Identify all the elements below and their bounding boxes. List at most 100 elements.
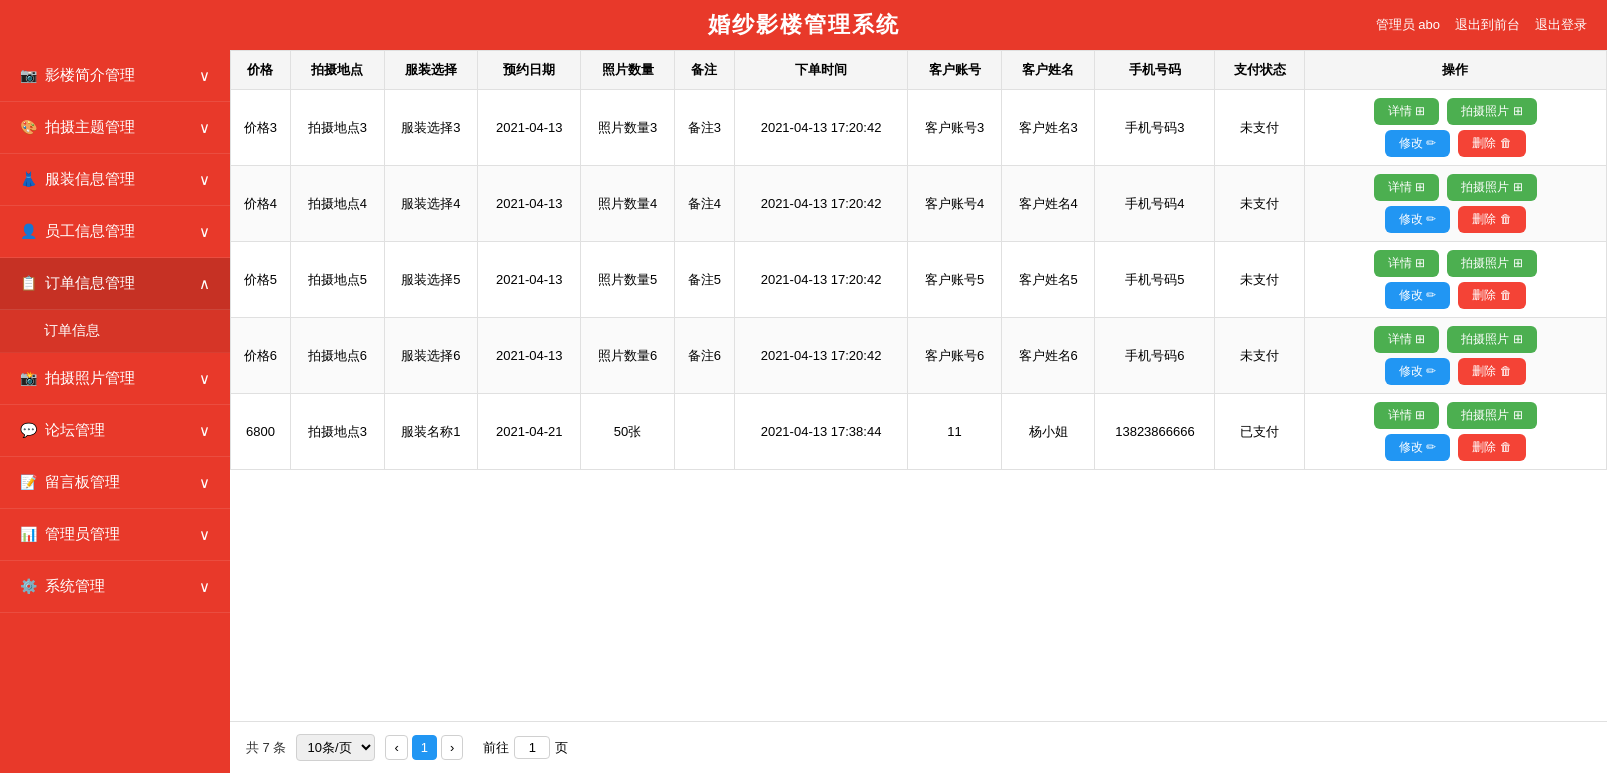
sidebar-item-theme[interactable]: 🎨拍摄主题管理 ∨ bbox=[0, 102, 230, 154]
cell-status: 未支付 bbox=[1215, 90, 1304, 166]
edit-button[interactable]: 修改 ✏ bbox=[1385, 206, 1450, 233]
cell-location: 拍摄地点3 bbox=[290, 90, 384, 166]
cell-date: 2021-04-13 bbox=[478, 90, 581, 166]
col-price: 价格 bbox=[231, 51, 291, 90]
cell-photos: 照片数量6 bbox=[581, 318, 675, 394]
cell-location: 拍摄地点5 bbox=[290, 242, 384, 318]
cell-costume: 服装选择5 bbox=[384, 242, 478, 318]
cell-name: 客户姓名4 bbox=[1001, 166, 1095, 242]
cell-note: 备注3 bbox=[674, 90, 734, 166]
cell-costume: 服装选择6 bbox=[384, 318, 478, 394]
sidebar-item-order[interactable]: 📋订单信息管理 ∧ bbox=[0, 258, 230, 310]
detail-button[interactable]: 详情 ⊞ bbox=[1374, 250, 1439, 277]
prev-page-button[interactable]: ‹ bbox=[385, 735, 407, 760]
edit-button[interactable]: 修改 ✏ bbox=[1385, 282, 1450, 309]
cell-price: 价格4 bbox=[231, 166, 291, 242]
cell-actions: 详情 ⊞ 拍摄照片 ⊞ 修改 ✏ 删除 🗑 bbox=[1304, 318, 1606, 394]
cell-phone: 手机号码3 bbox=[1095, 90, 1215, 166]
sidebar-item-studio[interactable]: 📷影楼简介管理 ∨ bbox=[0, 50, 230, 102]
cell-order-time: 2021-04-13 17:20:42 bbox=[734, 90, 907, 166]
page-1-button[interactable]: 1 bbox=[412, 735, 437, 760]
chevron-down-icon: ∨ bbox=[199, 119, 210, 137]
photo-button[interactable]: 拍摄照片 ⊞ bbox=[1447, 174, 1536, 201]
costume-icon: 👗 bbox=[20, 171, 37, 187]
detail-button[interactable]: 详情 ⊞ bbox=[1374, 98, 1439, 125]
cell-location: 拍摄地点4 bbox=[290, 166, 384, 242]
cell-account: 客户账号5 bbox=[908, 242, 1002, 318]
jump-prefix: 前往 bbox=[483, 739, 509, 757]
edit-button[interactable]: 修改 ✏ bbox=[1385, 358, 1450, 385]
chevron-down-icon: ∨ bbox=[199, 223, 210, 241]
cell-costume: 服装选择4 bbox=[384, 166, 478, 242]
delete-button[interactable]: 删除 🗑 bbox=[1458, 434, 1525, 461]
logout-button[interactable]: 退出登录 bbox=[1535, 16, 1587, 34]
delete-button[interactable]: 删除 🗑 bbox=[1458, 130, 1525, 157]
col-location: 拍摄地点 bbox=[290, 51, 384, 90]
edit-button[interactable]: 修改 ✏ bbox=[1385, 130, 1450, 157]
table-row: 价格5拍摄地点5服装选择52021-04-13照片数量5备注52021-04-1… bbox=[231, 242, 1607, 318]
page-navigation: ‹ 1 › bbox=[385, 735, 463, 760]
detail-button[interactable]: 详情 ⊞ bbox=[1374, 326, 1439, 353]
content-area: 价格 拍摄地点 服装选择 预约日期 照片数量 备注 下单时间 客户账号 客户姓名… bbox=[230, 50, 1607, 773]
cell-account: 客户账号3 bbox=[908, 90, 1002, 166]
sidebar-sub-item-order-info[interactable]: 订单信息 bbox=[0, 310, 230, 353]
cell-price: 价格3 bbox=[231, 90, 291, 166]
chevron-down-icon: ∨ bbox=[199, 474, 210, 492]
cell-name: 杨小姐 bbox=[1001, 394, 1095, 470]
photo-button[interactable]: 拍摄照片 ⊞ bbox=[1447, 250, 1536, 277]
delete-button[interactable]: 删除 🗑 bbox=[1458, 358, 1525, 385]
cell-actions: 详情 ⊞ 拍摄照片 ⊞ 修改 ✏ 删除 🗑 bbox=[1304, 166, 1606, 242]
detail-button[interactable]: 详情 ⊞ bbox=[1374, 402, 1439, 429]
sidebar-item-photo[interactable]: 📸拍摄照片管理 ∨ bbox=[0, 353, 230, 405]
theme-icon: 🎨 bbox=[20, 119, 37, 135]
cell-order-time: 2021-04-13 17:20:42 bbox=[734, 318, 907, 394]
pagination-bar: 共 7 条 10条/页 20条/页 50条/页 ‹ 1 › 前往 页 bbox=[230, 721, 1607, 773]
cell-phone: 13823866666 bbox=[1095, 394, 1215, 470]
order-icon: 📋 bbox=[20, 275, 37, 291]
cell-costume: 服装名称1 bbox=[384, 394, 478, 470]
sidebar-item-forum[interactable]: 💬论坛管理 ∨ bbox=[0, 405, 230, 457]
sidebar-item-costume[interactable]: 👗服装信息管理 ∨ bbox=[0, 154, 230, 206]
photo-button[interactable]: 拍摄照片 ⊞ bbox=[1447, 326, 1536, 353]
cell-price: 价格6 bbox=[231, 318, 291, 394]
sidebar-item-admin[interactable]: 📊管理员管理 ∨ bbox=[0, 509, 230, 561]
cell-order-time: 2021-04-13 17:20:42 bbox=[734, 242, 907, 318]
per-page-select[interactable]: 10条/页 20条/页 50条/页 bbox=[296, 734, 375, 761]
photo-button[interactable]: 拍摄照片 ⊞ bbox=[1447, 402, 1536, 429]
photo-button[interactable]: 拍摄照片 ⊞ bbox=[1447, 98, 1536, 125]
cell-order-time: 2021-04-13 17:38:44 bbox=[734, 394, 907, 470]
sidebar-item-staff[interactable]: 👤员工信息管理 ∨ bbox=[0, 206, 230, 258]
cell-date: 2021-04-13 bbox=[478, 242, 581, 318]
main-layout: 📷影楼简介管理 ∨ 🎨拍摄主题管理 ∨ 👗服装信息管理 ∨ 👤员工信息管理 ∨ … bbox=[0, 50, 1607, 773]
app-title: 婚纱影楼管理系统 bbox=[708, 10, 900, 40]
col-note: 备注 bbox=[674, 51, 734, 90]
chevron-down-icon: ∧ bbox=[199, 275, 210, 293]
col-photos: 照片数量 bbox=[581, 51, 675, 90]
cell-order-time: 2021-04-13 17:20:42 bbox=[734, 166, 907, 242]
cell-photos: 照片数量3 bbox=[581, 90, 675, 166]
edit-button[interactable]: 修改 ✏ bbox=[1385, 434, 1450, 461]
cell-price: 价格5 bbox=[231, 242, 291, 318]
col-status: 支付状态 bbox=[1215, 51, 1304, 90]
jump-suffix: 页 bbox=[555, 739, 568, 757]
chevron-down-icon: ∨ bbox=[199, 370, 210, 388]
table-row: 价格6拍摄地点6服装选择62021-04-13照片数量6备注62021-04-1… bbox=[231, 318, 1607, 394]
studio-icon: 📷 bbox=[20, 67, 37, 83]
cell-date: 2021-04-13 bbox=[478, 166, 581, 242]
back-to-front-button[interactable]: 退出到前台 bbox=[1455, 16, 1520, 34]
sidebar-item-system[interactable]: ⚙️系统管理 ∨ bbox=[0, 561, 230, 613]
cell-date: 2021-04-13 bbox=[478, 318, 581, 394]
staff-icon: 👤 bbox=[20, 223, 37, 239]
cell-account: 客户账号6 bbox=[908, 318, 1002, 394]
chevron-down-icon: ∨ bbox=[199, 67, 210, 85]
jump-input[interactable] bbox=[514, 736, 550, 759]
detail-button[interactable]: 详情 ⊞ bbox=[1374, 174, 1439, 201]
col-name: 客户姓名 bbox=[1001, 51, 1095, 90]
chevron-down-icon: ∨ bbox=[199, 422, 210, 440]
delete-button[interactable]: 删除 🗑 bbox=[1458, 206, 1525, 233]
cell-status: 未支付 bbox=[1215, 242, 1304, 318]
next-page-button[interactable]: › bbox=[441, 735, 463, 760]
sidebar-item-guestbook[interactable]: 📝留言板管理 ∨ bbox=[0, 457, 230, 509]
delete-button[interactable]: 删除 🗑 bbox=[1458, 282, 1525, 309]
cell-note: 备注5 bbox=[674, 242, 734, 318]
